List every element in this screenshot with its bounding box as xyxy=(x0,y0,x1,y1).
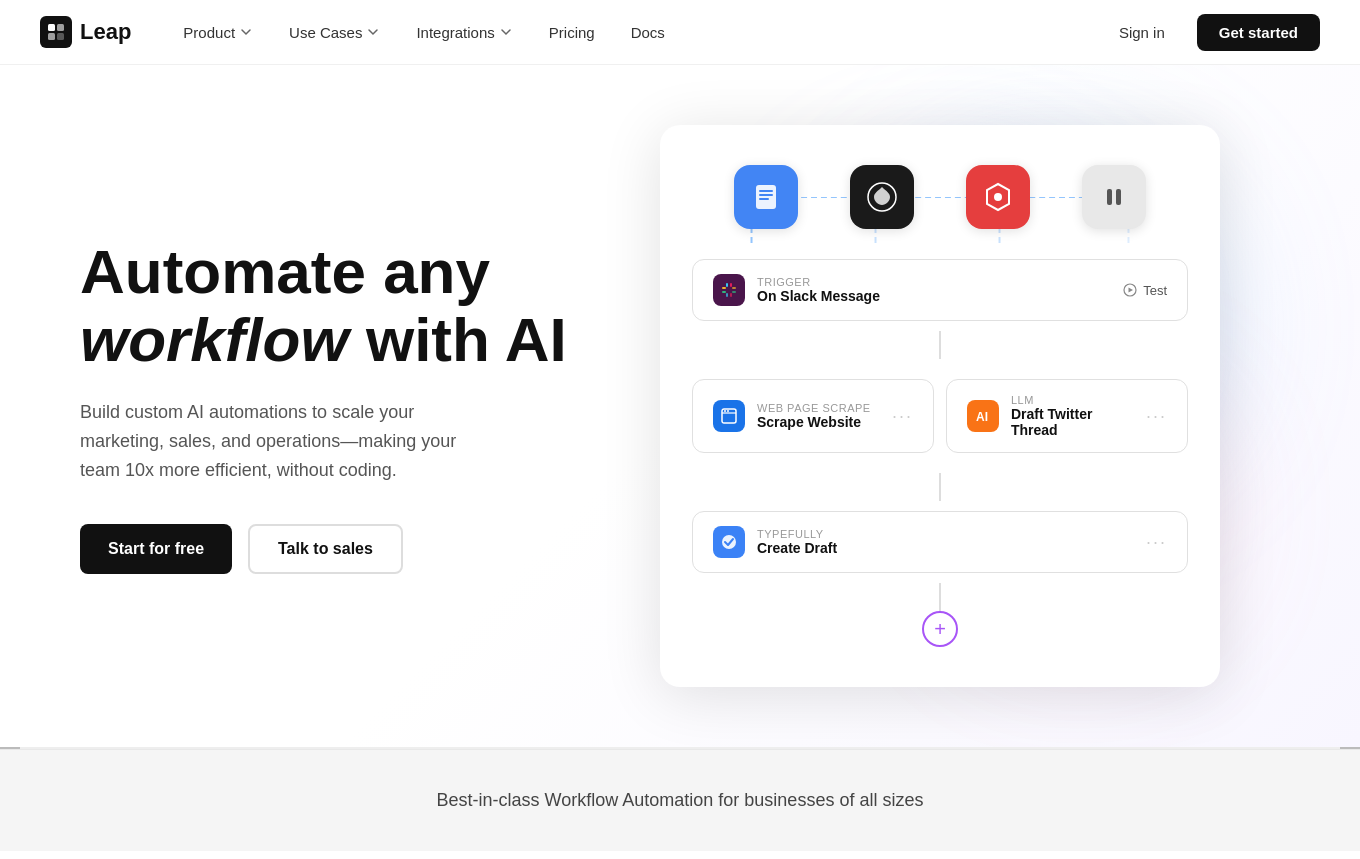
left-divider-line xyxy=(0,747,20,749)
llm-name: Draft Twitter Thread xyxy=(1011,406,1134,438)
connector-line-2 xyxy=(939,473,941,501)
pause-icon-box xyxy=(1082,165,1146,229)
svg-rect-3 xyxy=(48,33,55,40)
nav-item-usecases[interactable]: Use Cases xyxy=(273,16,396,49)
nav-item-product[interactable]: Product xyxy=(167,16,269,49)
scrape-menu[interactable]: ··· xyxy=(892,406,913,427)
nav-item-pricing[interactable]: Pricing xyxy=(533,16,611,49)
test-button[interactable]: Test xyxy=(1123,283,1167,298)
typefully-name: Create Draft xyxy=(757,540,1134,556)
svg-marker-30 xyxy=(1129,288,1134,293)
docs-icon-box xyxy=(734,165,798,229)
hexagon-icon xyxy=(981,180,1015,214)
svg-rect-1 xyxy=(48,24,55,31)
trigger-name: On Slack Message xyxy=(757,288,1111,304)
svg-rect-6 xyxy=(759,190,773,192)
hero-headline: Automate anyworkflow with AI xyxy=(80,238,600,374)
svg-rect-5 xyxy=(756,185,776,209)
connector-line-1 xyxy=(939,331,941,359)
navigation: Leap Product Use Cases Integrations Pric… xyxy=(0,0,1360,65)
svg-rect-22 xyxy=(722,291,726,293)
scrape-icon-box xyxy=(713,400,745,432)
svg-rect-7 xyxy=(759,194,773,196)
svg-rect-8 xyxy=(759,198,769,200)
llm-step: AI LLM Draft Twitter Thread ··· xyxy=(946,379,1188,453)
workflow-top-icons xyxy=(692,165,1188,229)
hexagon-icon-box xyxy=(966,165,1030,229)
svg-rect-0 xyxy=(40,16,72,48)
llm-icon-box: AI xyxy=(967,400,999,432)
hero-section: Automate anyworkflow with AI Build custo… xyxy=(0,65,1360,747)
openai-icon-box xyxy=(850,165,914,229)
typefully-menu[interactable]: ··· xyxy=(1146,532,1167,553)
svg-rect-2 xyxy=(57,24,64,31)
chevron-down-icon xyxy=(239,25,253,39)
scrape-step: Web Page Scrape Scrape Website ··· xyxy=(692,379,934,453)
svg-rect-12 xyxy=(1107,189,1112,205)
trigger-step-info: Trigger On Slack Message xyxy=(757,276,1111,304)
hero-left: Automate anyworkflow with AI Build custo… xyxy=(80,238,600,575)
hero-subtitle: Build custom AI automations to scale you… xyxy=(80,398,500,484)
svg-rect-26 xyxy=(732,291,736,293)
talk-to-sales-button[interactable]: Talk to sales xyxy=(248,524,403,574)
nav-item-integrations[interactable]: Integrations xyxy=(400,16,528,49)
svg-rect-28 xyxy=(730,293,732,297)
openai-icon xyxy=(864,179,900,215)
scrape-step-info: Web Page Scrape Scrape Website xyxy=(757,402,880,430)
trigger-label: Trigger xyxy=(757,276,1111,288)
logo-text: Leap xyxy=(80,19,131,45)
logo-icon xyxy=(40,16,72,48)
svg-rect-23 xyxy=(726,283,728,287)
typefully-step-info: Typefully Create Draft xyxy=(757,528,1134,556)
llm-label: LLM xyxy=(1011,394,1134,406)
svg-rect-24 xyxy=(730,283,732,287)
svg-point-11 xyxy=(994,193,1002,201)
svg-rect-27 xyxy=(726,293,728,297)
start-free-button[interactable]: Start for free xyxy=(80,524,232,574)
signin-button[interactable]: Sign in xyxy=(1099,16,1185,49)
trigger-step: Trigger On Slack Message Test xyxy=(692,259,1188,321)
webpage-icon xyxy=(720,407,738,425)
llm-menu[interactable]: ··· xyxy=(1146,406,1167,427)
svg-point-33 xyxy=(724,410,726,412)
bottom-text: Best-in-class Workflow Automation for bu… xyxy=(80,790,1280,811)
pause-icon xyxy=(1100,183,1128,211)
docs-icon xyxy=(750,181,782,213)
nav-links: Product Use Cases Integrations Pricing D… xyxy=(167,16,681,49)
scrape-name: Scrape Website xyxy=(757,414,880,430)
logo[interactable]: Leap xyxy=(40,16,131,48)
two-col-steps: Web Page Scrape Scrape Website ··· AI LL… xyxy=(692,369,1188,463)
add-step-button[interactable]: + xyxy=(922,611,958,647)
ai-icon: AI xyxy=(974,407,992,425)
divider-line xyxy=(0,747,1360,749)
getstarted-button[interactable]: Get started xyxy=(1197,14,1320,51)
svg-point-34 xyxy=(727,410,729,412)
svg-rect-4 xyxy=(57,33,64,40)
typefully-step: Typefully Create Draft ··· xyxy=(692,511,1188,573)
typefully-label: Typefully xyxy=(757,528,1134,540)
slack-icon xyxy=(719,280,739,300)
nav-left: Leap Product Use Cases Integrations Pric… xyxy=(40,16,681,49)
llm-step-info: LLM Draft Twitter Thread xyxy=(1011,394,1134,438)
svg-text:AI: AI xyxy=(976,410,988,424)
scrape-label: Web Page Scrape xyxy=(757,402,880,414)
nav-right: Sign in Get started xyxy=(1099,14,1320,51)
typefully-icon xyxy=(720,533,738,551)
svg-rect-21 xyxy=(722,287,726,289)
typefully-icon-box xyxy=(713,526,745,558)
connector-line-3 xyxy=(939,583,941,611)
hero-buttons: Start for free Talk to sales xyxy=(80,524,600,574)
svg-rect-13 xyxy=(1116,189,1121,205)
workflow-card: Trigger On Slack Message Test xyxy=(660,125,1220,687)
hero-right: Trigger On Slack Message Test xyxy=(600,125,1280,687)
chevron-down-icon xyxy=(499,25,513,39)
chevron-down-icon xyxy=(366,25,380,39)
nav-item-docs[interactable]: Docs xyxy=(615,16,681,49)
play-icon xyxy=(1123,283,1137,297)
svg-rect-25 xyxy=(732,287,736,289)
right-divider-line xyxy=(1340,747,1360,749)
slack-icon-box xyxy=(713,274,745,306)
bottom-section: Best-in-class Workflow Automation for bu… xyxy=(0,749,1360,851)
